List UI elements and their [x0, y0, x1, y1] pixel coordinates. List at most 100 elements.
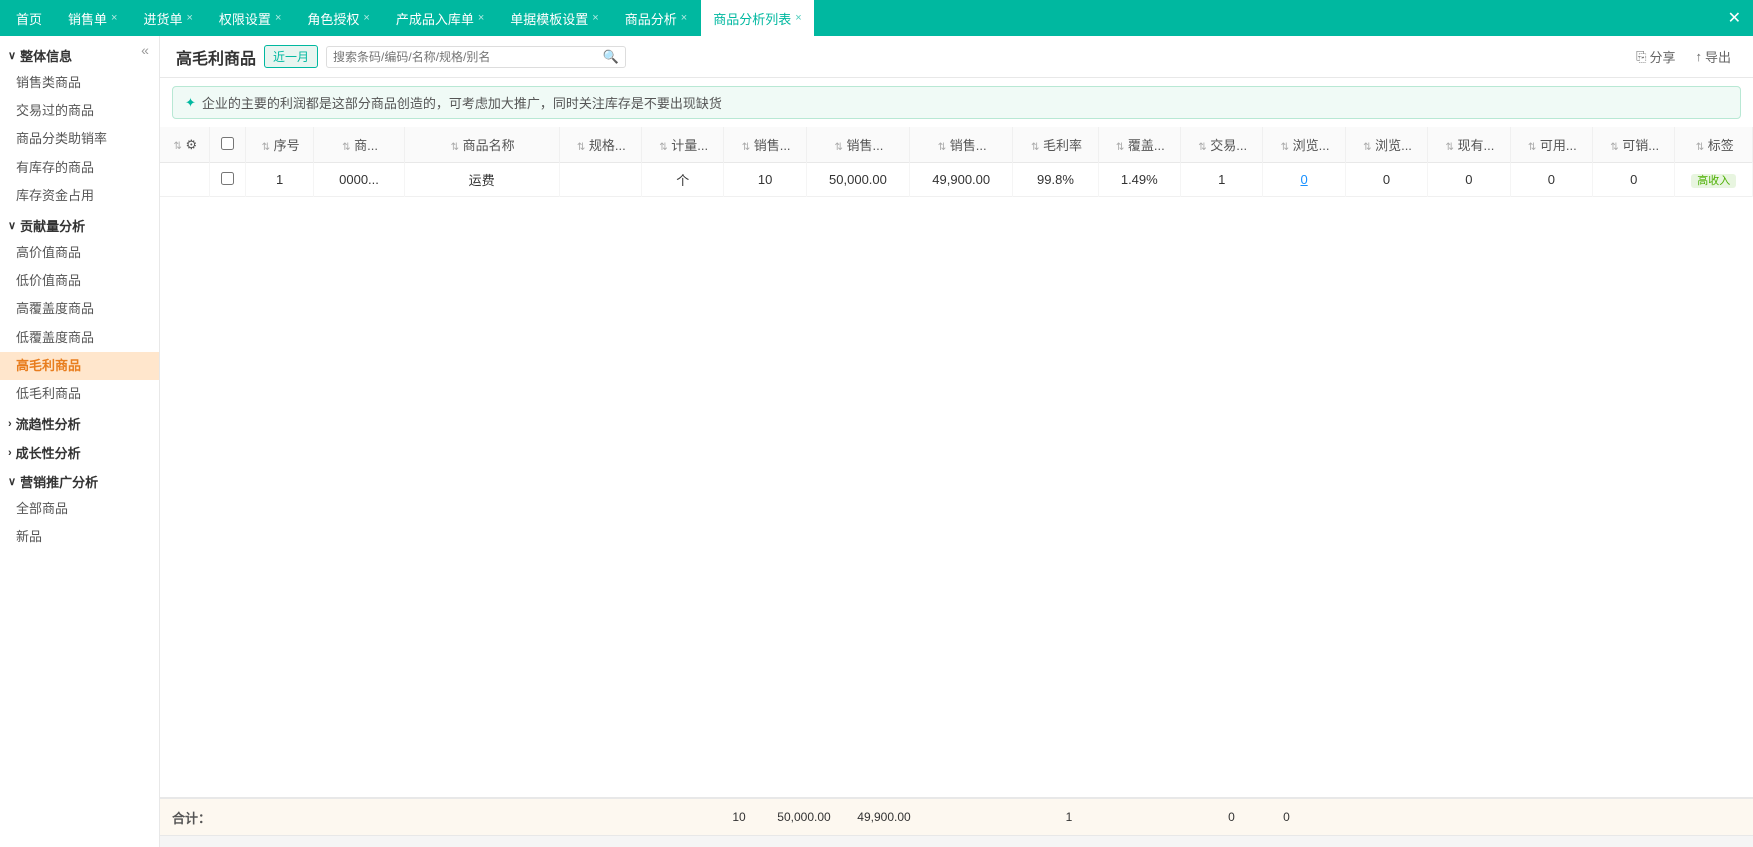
- footer-cell-10: [924, 805, 984, 829]
- col-header-9: ⇅ 销售...: [910, 127, 1013, 163]
- info-icon: ✦: [185, 95, 196, 111]
- share-icon: ⎘: [1636, 49, 1646, 65]
- sidebar-collapse-button[interactable]: «: [135, 40, 155, 60]
- footer-total-bar: 合计： 1050,000.0049,900.00100: [160, 797, 1753, 835]
- sidebar-item-1-2[interactable]: 高覆盖度商品: [0, 295, 159, 323]
- sidebar-item-0-4[interactable]: 库存资金占用: [0, 182, 159, 210]
- data-table-container: ⇅ ⚙⇅ 序号⇅ 商...⇅ 商品名称⇅ 规格...⇅ 计量...⇅ 销售...…: [160, 127, 1753, 797]
- nav-tab-close-5[interactable]: ×: [478, 12, 484, 24]
- footer-cell-5: [604, 805, 664, 829]
- sidebar-item-1-3[interactable]: 低覆盖度商品: [0, 324, 159, 352]
- col-header-18: ⇅ 标签: [1675, 127, 1753, 163]
- col-header-12: ⇅ 交易...: [1180, 127, 1262, 163]
- footer-cell-14: [1149, 805, 1204, 829]
- nav-tab-2[interactable]: 进货单 ×: [131, 0, 204, 36]
- nav-tab-close-8[interactable]: ×: [795, 12, 801, 24]
- col-header-2: ⇅ 序号: [245, 127, 313, 163]
- sidebar-item-4-1[interactable]: 新品: [0, 523, 159, 551]
- footer-cell-9: 49,900.00: [844, 805, 924, 829]
- horizontal-scrollbar[interactable]: [160, 835, 1753, 847]
- header-actions: ⎘ 分享 ↑ 导出: [1630, 44, 1737, 69]
- nav-tab-7[interactable]: 商品分析 ×: [613, 0, 699, 36]
- col-header-0[interactable]: ⇅ ⚙: [160, 127, 209, 163]
- col-header-11: ⇅ 覆盖...: [1098, 127, 1180, 163]
- col-header-16: ⇅ 可用...: [1510, 127, 1592, 163]
- sidebar: « ∨整体信息销售类商品交易过的商品商品分类助销率有库存的商品库存资金占用∨贡献…: [0, 36, 160, 847]
- window-close-button[interactable]: ✕: [1720, 4, 1749, 32]
- export-icon: ↑: [1695, 49, 1702, 64]
- sidebar-group-4[interactable]: ∨营销推广分析: [0, 466, 159, 495]
- footer-cell-13: [1094, 805, 1149, 829]
- nav-tab-close-7[interactable]: ×: [681, 12, 687, 24]
- nav-tab-close-4[interactable]: ×: [363, 12, 369, 24]
- cell-0-16: 0: [1510, 163, 1592, 197]
- group-arrow-icon-3: ›: [8, 447, 12, 459]
- sidebar-group-2[interactable]: ›流趋性分析: [0, 408, 159, 437]
- nav-tab-close-1[interactable]: ×: [111, 12, 117, 24]
- nav-tab-close-2[interactable]: ×: [186, 12, 192, 24]
- nav-tab-close-6[interactable]: ×: [592, 12, 598, 24]
- export-button[interactable]: ↑ 导出: [1689, 44, 1737, 69]
- sidebar-item-1-5[interactable]: 低毛利商品: [0, 380, 159, 408]
- cell-0-9: 49,900.00: [910, 163, 1013, 197]
- nav-tab-8[interactable]: 商品分析列表 ×: [701, 0, 813, 36]
- table-row: 10000...运费个1050,000.0049,900.0099.8%1.49…: [160, 163, 1753, 197]
- cell-0-18: 高收入: [1675, 163, 1753, 197]
- cell-0-15: 0: [1428, 163, 1510, 197]
- col-header-10: ⇅ 毛利率: [1013, 127, 1098, 163]
- group-arrow-icon-2: ›: [8, 418, 12, 430]
- data-table: ⇅ ⚙⇅ 序号⇅ 商...⇅ 商品名称⇅ 规格...⇅ 计量...⇅ 销售...…: [160, 127, 1753, 197]
- footer-cell-18: [1369, 805, 1429, 829]
- top-navigation: 首页销售单 ×进货单 ×权限设置 ×角色授权 ×产成品入库单 ×单据模板设置 ×…: [0, 0, 1753, 36]
- sidebar-item-1-1[interactable]: 低价值商品: [0, 267, 159, 295]
- group-arrow-icon-4: ∨: [8, 475, 16, 488]
- sidebar-item-1-4[interactable]: 高毛利商品: [0, 352, 159, 380]
- footer-label: 合计：: [160, 808, 320, 827]
- sidebar-item-0-1[interactable]: 交易过的商品: [0, 97, 159, 125]
- col-header-4: ⇅ 商品名称: [404, 127, 559, 163]
- cell-0-14: 0: [1345, 163, 1427, 197]
- col-header-1: [209, 127, 245, 163]
- nav-tab-6[interactable]: 单据模板设置 ×: [498, 0, 610, 36]
- footer-cell-6: [664, 805, 714, 829]
- footer-cell-2: [378, 805, 414, 829]
- cell-0-13[interactable]: 0: [1263, 163, 1345, 197]
- col-header-14: ⇅ 浏览...: [1345, 127, 1427, 163]
- footer-cell-16: 0: [1259, 805, 1314, 829]
- cell-0-3: 0000...: [314, 163, 404, 197]
- footer-cell-8: 50,000.00: [764, 805, 844, 829]
- nav-tab-4[interactable]: 角色授权 ×: [295, 0, 381, 36]
- nav-tab-5[interactable]: 产成品入库单 ×: [384, 0, 496, 36]
- content-header: 高毛利商品 近一月 🔍 ⎘ 分享 ↑ 导出: [160, 36, 1753, 78]
- sidebar-item-4-0[interactable]: 全部商品: [0, 495, 159, 523]
- cell-0-12: 1: [1180, 163, 1262, 197]
- main-layout: « ∨整体信息销售类商品交易过的商品商品分类助销率有库存的商品库存资金占用∨贡献…: [0, 36, 1753, 847]
- cell-0-1[interactable]: [209, 163, 245, 197]
- cell-0-17: 0: [1593, 163, 1675, 197]
- col-header-8: ⇅ 销售...: [806, 127, 909, 163]
- content-area: 高毛利商品 近一月 🔍 ⎘ 分享 ↑ 导出 ✦ 企业的主要的利润都是这部分商品创…: [160, 36, 1753, 847]
- info-banner: ✦ 企业的主要的利润都是这部分商品创造的，可考虑加大推广，同时关注库存是不要出现…: [172, 86, 1741, 119]
- sidebar-group-3[interactable]: ›成长性分析: [0, 437, 159, 466]
- col-header-7: ⇅ 销售...: [724, 127, 806, 163]
- cell-0-2: 1: [245, 163, 313, 197]
- cell-0-10: 99.8%: [1013, 163, 1098, 197]
- footer-cell-15: 0: [1204, 805, 1259, 829]
- col-header-5: ⇅ 规格...: [559, 127, 641, 163]
- sidebar-item-0-3[interactable]: 有库存的商品: [0, 154, 159, 182]
- nav-tab-close-3[interactable]: ×: [275, 12, 281, 24]
- nav-tab-1[interactable]: 销售单 ×: [56, 0, 129, 36]
- nav-tab-3[interactable]: 权限设置 ×: [207, 0, 293, 36]
- col-header-15: ⇅ 现有...: [1428, 127, 1510, 163]
- share-button[interactable]: ⎘ 分享: [1630, 44, 1681, 69]
- sidebar-item-1-0[interactable]: 高价值商品: [0, 239, 159, 267]
- search-icon[interactable]: 🔍: [603, 49, 619, 65]
- footer-cell-11: [984, 805, 1044, 829]
- sidebar-item-0-0[interactable]: 销售类商品: [0, 69, 159, 97]
- search-input[interactable]: [333, 50, 603, 64]
- sidebar-item-0-2[interactable]: 商品分类助销率: [0, 125, 159, 153]
- sidebar-group-1[interactable]: ∨贡献量分析: [0, 210, 159, 239]
- footer-cells: 1050,000.0049,900.00100: [320, 805, 1753, 829]
- nav-tab-0[interactable]: 首页: [4, 0, 54, 36]
- time-filter-button[interactable]: 近一月: [264, 45, 318, 68]
